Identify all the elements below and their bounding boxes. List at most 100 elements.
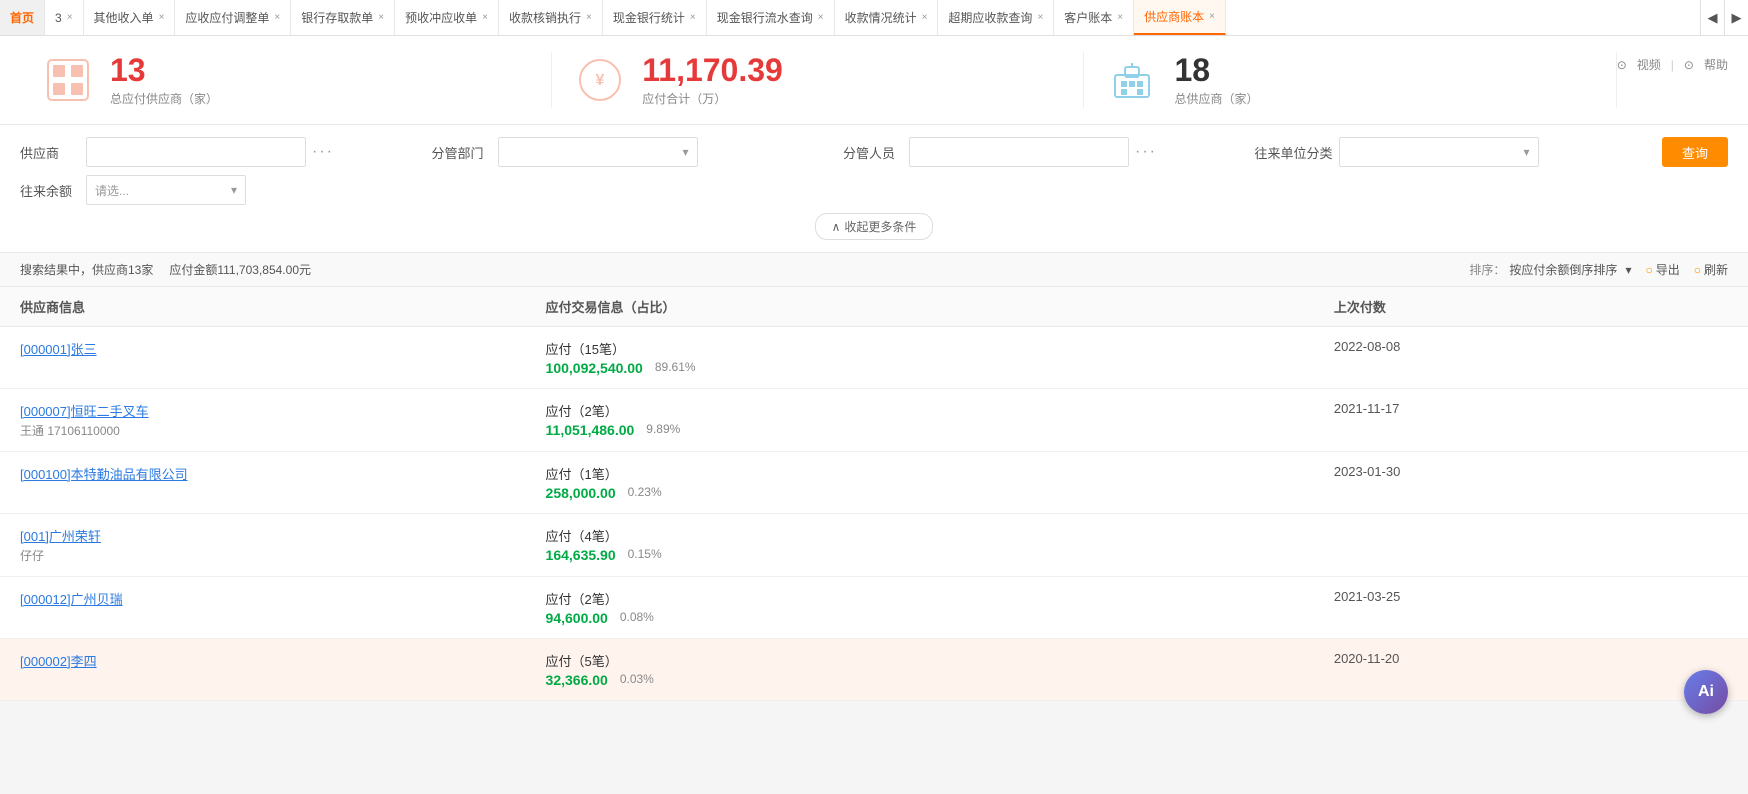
supplier-cell-5: [000012]广州贝瑞 [20,589,546,608]
close-icon[interactable]: × [1209,11,1215,22]
payable-amount-label: 应付合计（万） [642,90,783,107]
sort-select[interactable]: 排序： 按应付余额倒序排序 ▾ [1469,261,1631,278]
prepay-label: 预收冲应收单 [405,9,477,26]
lastpay-cell-3: 2023-01-30 [1334,464,1728,479]
transaction-row-2: 11,051,486.00 9.89% [546,420,1334,438]
summary-info-total: 18 总供应商（家） [1174,54,1258,107]
supplier-link-6[interactable]: [000002]李四 [20,654,97,669]
nav-tab-collection-stat[interactable]: 收款情况统计 × [835,0,939,35]
nav-tab-overdue-ar[interactable]: 超期应收款查询 × [938,0,1054,35]
summary-info-amount: 11,170.39 应付合计（万） [642,54,783,107]
close-icon[interactable]: × [1117,12,1123,23]
transaction-cell-1: 应付（15笔） 100,092,540.00 89.61% [546,339,1334,376]
refresh-button[interactable]: ○ 刷新 [1694,261,1728,278]
chevron-up-icon: ∧ [832,220,841,234]
supplier-filter-input[interactable] [86,137,306,167]
supplier-link-5[interactable]: [000012]广州贝瑞 [20,592,123,607]
person-filter-label: 分管人员 [843,143,903,162]
filter-row-1: 供应商 ··· 分管部门 ▾ 分管人员 ··· 往来单位分类 [20,137,1728,167]
supplier-link-4[interactable]: [001]广州荣轩 [20,529,101,544]
tab3-label: 3 [55,11,62,25]
nav-tab-other-income[interactable]: 其他收入单 × [84,0,176,35]
nav-tab-payment-verify[interactable]: 收款核销执行 × [499,0,603,35]
close-icon[interactable]: × [378,12,384,23]
results-bar: 搜索结果中，供应商13家 应付金额111,703,854.00元 排序： 按应付… [0,253,1748,287]
nav-tab-ar-ap[interactable]: 应收应付调整单 × [175,0,291,35]
top-right-links: ⊙ 视频 | ⊙ 帮助 [1617,52,1728,73]
nav-tab-prepay[interactable]: 预收冲应收单 × [395,0,499,35]
filter-category: 往来单位分类 ▾ [1255,137,1647,167]
chevron-down-icon: ▾ [682,145,688,159]
supplier-link-3[interactable]: [000100]本特勤油品有限公司 [20,467,188,482]
close-icon[interactable]: × [482,12,488,23]
sort-value: 按应付余额倒序排序 [1509,261,1617,278]
nav-tab-customer-ledger[interactable]: 客户账本 × [1054,0,1134,35]
lastpay-cell-6: 2020-11-20 [1334,651,1728,666]
lastpay-date-2: 2021-11-17 [1334,401,1400,416]
ai-assistant-button[interactable]: Ai [1684,670,1728,714]
nav-tab-supplier-ledger[interactable]: 供应商账本 × [1134,0,1226,35]
collapse-label: 收起更多条件 [844,218,916,235]
close-icon[interactable]: × [274,12,280,23]
nav-prev-button[interactable]: ◀ [1700,0,1724,36]
person-filter-input[interactable] [909,137,1129,167]
query-button[interactable]: 查询 [1662,137,1728,167]
bank-label: 银行存取款单 [301,9,373,26]
close-icon[interactable]: × [586,12,592,23]
transaction-label-3: 应付（1笔） [546,464,1334,483]
close-icon[interactable]: × [818,12,824,23]
transaction-pct-3: 0.23% [628,485,662,499]
nav-tab-cash-stat[interactable]: 现金银行统计 × [603,0,707,35]
table-row: [000012]广州贝瑞 应付（2笔） 94,600.00 0.08% 2021… [0,577,1748,639]
video-link[interactable]: 视频 [1637,56,1661,73]
balance-filter-label: 往来余额 [20,181,80,200]
nav-tab-cash-query[interactable]: 现金银行流水查询 × [707,0,835,35]
filter-section: 供应商 ··· 分管部门 ▾ 分管人员 ··· 往来单位分类 [0,125,1748,253]
results-actions: 排序： 按应付余额倒序排序 ▾ ○ 导出 ○ 刷新 [1469,261,1728,278]
summary-info-payable: 13 总应付供应商（家） [110,54,218,107]
close-icon[interactable]: × [67,12,73,23]
nav-tab-bank[interactable]: 银行存取款单 × [291,0,395,35]
supplier-cell-2: [000007]恒旺二手叉车 王通 17106110000 [20,401,546,439]
home-tab-label: 首页 [10,9,34,26]
export-icon: ○ [1645,263,1652,277]
transaction-info-6: 应付（5笔） 32,366.00 0.03% [546,651,1334,688]
nav-tab-3[interactable]: 3 × [45,0,84,35]
close-icon[interactable]: × [1037,12,1043,23]
supplier-sub-2: 王通 17106110000 [20,422,546,439]
help-link[interactable]: 帮助 [1704,56,1728,73]
cash-stat-label: 现金银行统计 [613,9,685,26]
lastpay-date-6: 2020-11-20 [1334,651,1400,666]
collapse-button[interactable]: ∧ 收起更多条件 [815,213,934,240]
lastpay-cell-1: 2022-08-08 [1334,339,1728,354]
transaction-amount-2: 11,051,486.00 [546,422,635,438]
close-icon[interactable]: × [922,12,928,23]
filter-balance: 往来余额 请选... ▾ [20,175,1728,205]
top-navigation: 首页 3 × 其他收入单 × 应收应付调整单 × 银行存取款单 × 预收冲应收单… [0,0,1748,36]
refresh-label: 刷新 [1704,261,1728,278]
cash-query-label: 现金银行流水查询 [717,9,813,26]
transaction-pct-6: 0.03% [620,672,654,686]
chevron-down-icon3: ▾ [231,183,237,197]
table-row: [000002]李四 应付（5笔） 32,366.00 0.03% 2020-1… [0,639,1748,701]
transaction-label-2: 应付（2笔） [546,401,1334,420]
supplier-link-2[interactable]: [000007]恒旺二手叉车 [20,404,149,419]
supplier-dots-icon[interactable]: ··· [312,143,334,161]
dept-filter-select[interactable]: ▾ [498,137,698,167]
export-button[interactable]: ○ 导出 [1645,261,1679,278]
divider: | [1671,58,1674,72]
payable-amount-number: 11,170.39 [642,54,783,86]
transaction-row-5: 94,600.00 0.08% [546,608,1334,626]
transaction-row-4: 164,635.90 0.15% [546,545,1334,563]
lastpay-date-5: 2021-03-25 [1334,589,1401,604]
person-dots-icon[interactable]: ··· [1135,143,1157,161]
balance-filter-select[interactable]: 请选... ▾ [86,175,246,205]
supplier-link-1[interactable]: [000001]张三 [20,342,97,357]
close-icon[interactable]: × [690,12,696,23]
transaction-row-1: 100,092,540.00 89.61% [546,358,1334,376]
nav-tab-home[interactable]: 首页 [0,0,45,35]
category-filter-select[interactable]: ▾ [1339,137,1539,167]
transaction-amount-4: 164,635.90 [546,547,616,563]
nav-next-button[interactable]: ▶ [1724,0,1748,36]
close-icon[interactable]: × [159,12,165,23]
